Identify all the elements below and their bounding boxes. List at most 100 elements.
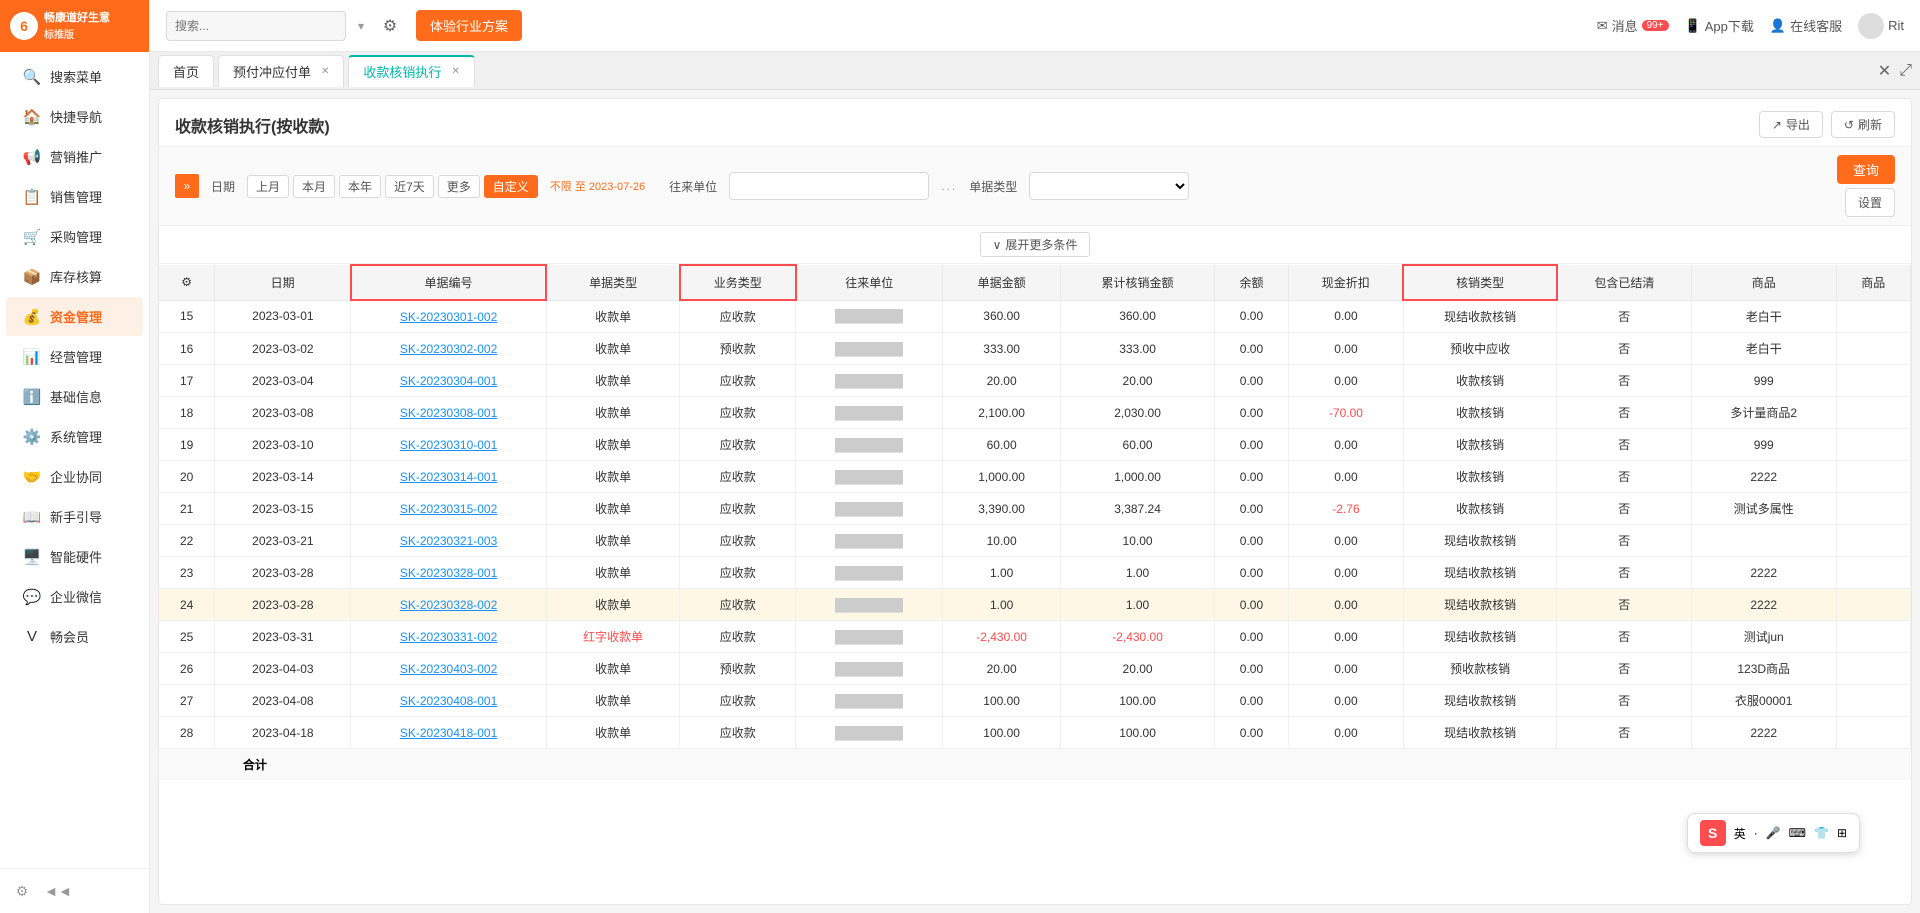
topbar-service-btn[interactable]: 👤 在线客服 bbox=[1770, 16, 1842, 35]
table-row[interactable]: 21 2023-03-15 SK-20230315-002 收款单 应收款 ██… bbox=[159, 493, 1911, 525]
sidebar-item-quicknav[interactable]: 🏠快捷导航 bbox=[6, 97, 143, 136]
table-row[interactable]: 24 2023-03-28 SK-20230328-002 收款单 应收款 ██… bbox=[159, 589, 1911, 621]
col-goods2[interactable]: 商品 bbox=[1836, 265, 1910, 300]
sidebar-item-company[interactable]: 🤝企业协同 bbox=[6, 457, 143, 496]
filter-toggle-btn[interactable]: » bbox=[175, 174, 199, 198]
cell-doc-no[interactable]: SK-20230328-001 bbox=[351, 557, 546, 589]
table-row[interactable]: 18 2023-03-08 SK-20230308-001 收款单 应收款 ██… bbox=[159, 397, 1911, 429]
table-row[interactable]: 23 2023-03-28 SK-20230328-001 收款单 应收款 ██… bbox=[159, 557, 1911, 589]
table-row[interactable]: 27 2023-04-08 SK-20230408-001 收款单 应收款 ██… bbox=[159, 685, 1911, 717]
col-doc-type[interactable]: 单据类型 bbox=[546, 265, 680, 300]
sidebar-item-inventory[interactable]: 📦库存核算 bbox=[6, 257, 143, 296]
col-gear[interactable]: ⚙ bbox=[159, 265, 215, 300]
table-row[interactable]: 16 2023-03-02 SK-20230302-002 收款单 预收款 ██… bbox=[159, 333, 1911, 365]
ime-icon-ying[interactable]: 英 bbox=[1734, 825, 1746, 842]
unit-input[interactable] bbox=[729, 172, 929, 200]
cell-goods2 bbox=[1836, 589, 1910, 621]
cell-doc-no[interactable]: SK-20230302-002 bbox=[351, 333, 546, 365]
table-row[interactable]: 28 2023-04-18 SK-20230418-001 收款单 应收款 ██… bbox=[159, 717, 1911, 749]
ime-icon-dot[interactable]: · bbox=[1754, 826, 1758, 840]
date-btn-本月[interactable]: 本月 bbox=[293, 175, 335, 198]
sidebar-settings-icon[interactable]: ⚙ bbox=[8, 877, 36, 905]
table-container[interactable]: ⚙ 日期 单据编号 单据类型 业务类型 往来单位 单据金额 累计核销金额 余额 … bbox=[159, 264, 1911, 904]
sidebar-collapse-icon[interactable]: ◄◄ bbox=[44, 877, 72, 905]
query-btn[interactable]: 查询 bbox=[1837, 155, 1895, 184]
sidebar-item-marketing[interactable]: 📢营销推广 bbox=[6, 137, 143, 176]
date-btn-custom[interactable]: 自定义 bbox=[484, 175, 538, 198]
table-row[interactable]: 25 2023-03-31 SK-20230331-002 红字收款单 应收款 … bbox=[159, 621, 1911, 653]
col-biz-type[interactable]: 业务类型 bbox=[680, 265, 796, 300]
cell-doc-no[interactable]: SK-20230308-001 bbox=[351, 397, 546, 429]
sidebar-item-member[interactable]: V畅会员 bbox=[6, 617, 143, 656]
tab-home[interactable]: 首页 bbox=[158, 55, 214, 87]
filter-dots[interactable]: ... bbox=[941, 179, 957, 193]
sidebar-item-hardware[interactable]: 🖥️智能硬件 bbox=[6, 537, 143, 576]
cell-doc-no[interactable]: SK-20230314-001 bbox=[351, 461, 546, 493]
sidebar-item-system[interactable]: ⚙️系统管理 bbox=[6, 417, 143, 456]
table-row[interactable]: 19 2023-03-10 SK-20230310-001 收款单 应收款 ██… bbox=[159, 429, 1911, 461]
expand-btn[interactable]: ∨ 展开更多条件 bbox=[980, 232, 1091, 257]
sidebar-item-finance[interactable]: 💰资金管理 bbox=[6, 297, 143, 336]
cell-doc-no[interactable]: SK-20230310-001 bbox=[351, 429, 546, 461]
topbar-industry-btn[interactable]: 体验行业方案 bbox=[416, 10, 522, 41]
tab-fullscreen-btn[interactable]: ⤢ bbox=[1899, 62, 1912, 80]
sidebar-item-purchase[interactable]: 🛒采购管理 bbox=[6, 217, 143, 256]
col-include-settled[interactable]: 包含已结清 bbox=[1557, 265, 1692, 300]
cell-doc-no[interactable]: SK-20230321-003 bbox=[351, 525, 546, 557]
col-goods[interactable]: 商品 bbox=[1691, 265, 1836, 300]
col-cum-cancel[interactable]: 累计核销金额 bbox=[1061, 265, 1215, 300]
ime-icon-grid[interactable]: ⊞ bbox=[1837, 826, 1847, 840]
date-btn-上月[interactable]: 上月 bbox=[247, 175, 289, 198]
cell-doc-no[interactable]: SK-20230301-002 bbox=[351, 300, 546, 333]
col-cash-discount[interactable]: 现金折扣 bbox=[1289, 265, 1404, 300]
topbar-msg-btn[interactable]: ✉ 消息 99+ bbox=[1597, 16, 1669, 35]
cell-doc-no[interactable]: SK-20230418-001 bbox=[351, 717, 546, 749]
col-unit[interactable]: 往来单位 bbox=[796, 265, 943, 300]
tab-close-all-btn[interactable]: ✕ bbox=[1878, 61, 1891, 81]
sidebar-item-search[interactable]: 🔍搜索菜单 bbox=[6, 57, 143, 96]
topbar-app-btn[interactable]: 📱 App下载 bbox=[1685, 16, 1754, 35]
topbar-gear-icon[interactable]: ⚙ bbox=[376, 12, 404, 40]
cell-doc-no[interactable]: SK-20230304-001 bbox=[351, 365, 546, 397]
date-btn-本年[interactable]: 本年 bbox=[339, 175, 381, 198]
cell-doc-no[interactable]: SK-20230328-002 bbox=[351, 589, 546, 621]
sidebar-item-sales[interactable]: 📋销售管理 bbox=[6, 177, 143, 216]
col-cancel-type[interactable]: 核销类型 bbox=[1403, 265, 1557, 300]
date-btn-更多[interactable]: 更多 bbox=[438, 175, 480, 198]
sidebar-item-basic[interactable]: ℹ️基础信息 bbox=[6, 377, 143, 416]
export-btn[interactable]: ↗ 导出 bbox=[1759, 111, 1823, 138]
cell-doc-no[interactable]: SK-20230331-002 bbox=[351, 621, 546, 653]
table-row[interactable]: 15 2023-03-01 SK-20230301-002 收款单 应收款 ██… bbox=[159, 300, 1911, 333]
date-btn-近7天[interactable]: 近7天 bbox=[385, 175, 434, 198]
table-row[interactable]: 26 2023-04-03 SK-20230403-002 收款单 预收款 ██… bbox=[159, 653, 1911, 685]
tab-collection[interactable]: 收款核销执行✕ bbox=[348, 55, 474, 87]
tab-prepay[interactable]: 预付冲应付单✕ bbox=[218, 55, 344, 87]
cell-cash-discount: 0.00 bbox=[1289, 653, 1404, 685]
tab-close-prepay[interactable]: ✕ bbox=[321, 66, 329, 77]
ime-icon-mic[interactable]: 🎤 bbox=[1766, 826, 1781, 840]
col-amount[interactable]: 单据金额 bbox=[942, 265, 1060, 300]
col-balance[interactable]: 余额 bbox=[1214, 265, 1288, 300]
sidebar-item-guide[interactable]: 📖新手引导 bbox=[6, 497, 143, 536]
cell-doc-no[interactable]: SK-20230408-001 bbox=[351, 685, 546, 717]
col-doc-no[interactable]: 单据编号 bbox=[351, 265, 546, 300]
cell-doc-no[interactable]: SK-20230315-002 bbox=[351, 493, 546, 525]
ime-icon-shirt[interactable]: 👕 bbox=[1814, 826, 1829, 840]
doc-type-select[interactable] bbox=[1029, 172, 1189, 200]
col-date[interactable]: 日期 bbox=[215, 265, 351, 300]
sidebar-item-operation[interactable]: 📊经营管理 bbox=[6, 337, 143, 376]
table-row[interactable]: 17 2023-03-04 SK-20230304-001 收款单 应收款 ██… bbox=[159, 365, 1911, 397]
ime-icon-keyboard[interactable]: ⌨ bbox=[1789, 826, 1806, 840]
table-row[interactable]: 22 2023-03-21 SK-20230321-003 收款单 应收款 ██… bbox=[159, 525, 1911, 557]
topbar-chevron-icon[interactable]: ▾ bbox=[358, 19, 364, 33]
setting-btn[interactable]: 设置 bbox=[1845, 188, 1895, 217]
tab-close-collection[interactable]: ✕ bbox=[451, 66, 459, 77]
topbar-avatar-area[interactable]: Rit bbox=[1858, 13, 1904, 39]
sidebar-item-wechat[interactable]: 💬企业微信 bbox=[6, 577, 143, 616]
topbar-search-input[interactable] bbox=[166, 11, 346, 41]
cell-doc-no[interactable]: SK-20230403-002 bbox=[351, 653, 546, 685]
table-row[interactable]: 20 2023-03-14 SK-20230314-001 收款单 应收款 ██… bbox=[159, 461, 1911, 493]
refresh-btn[interactable]: ↺ 刷新 bbox=[1831, 111, 1895, 138]
cell-unit: ████████ bbox=[796, 685, 943, 717]
cell-date: 2023-03-28 bbox=[215, 557, 351, 589]
